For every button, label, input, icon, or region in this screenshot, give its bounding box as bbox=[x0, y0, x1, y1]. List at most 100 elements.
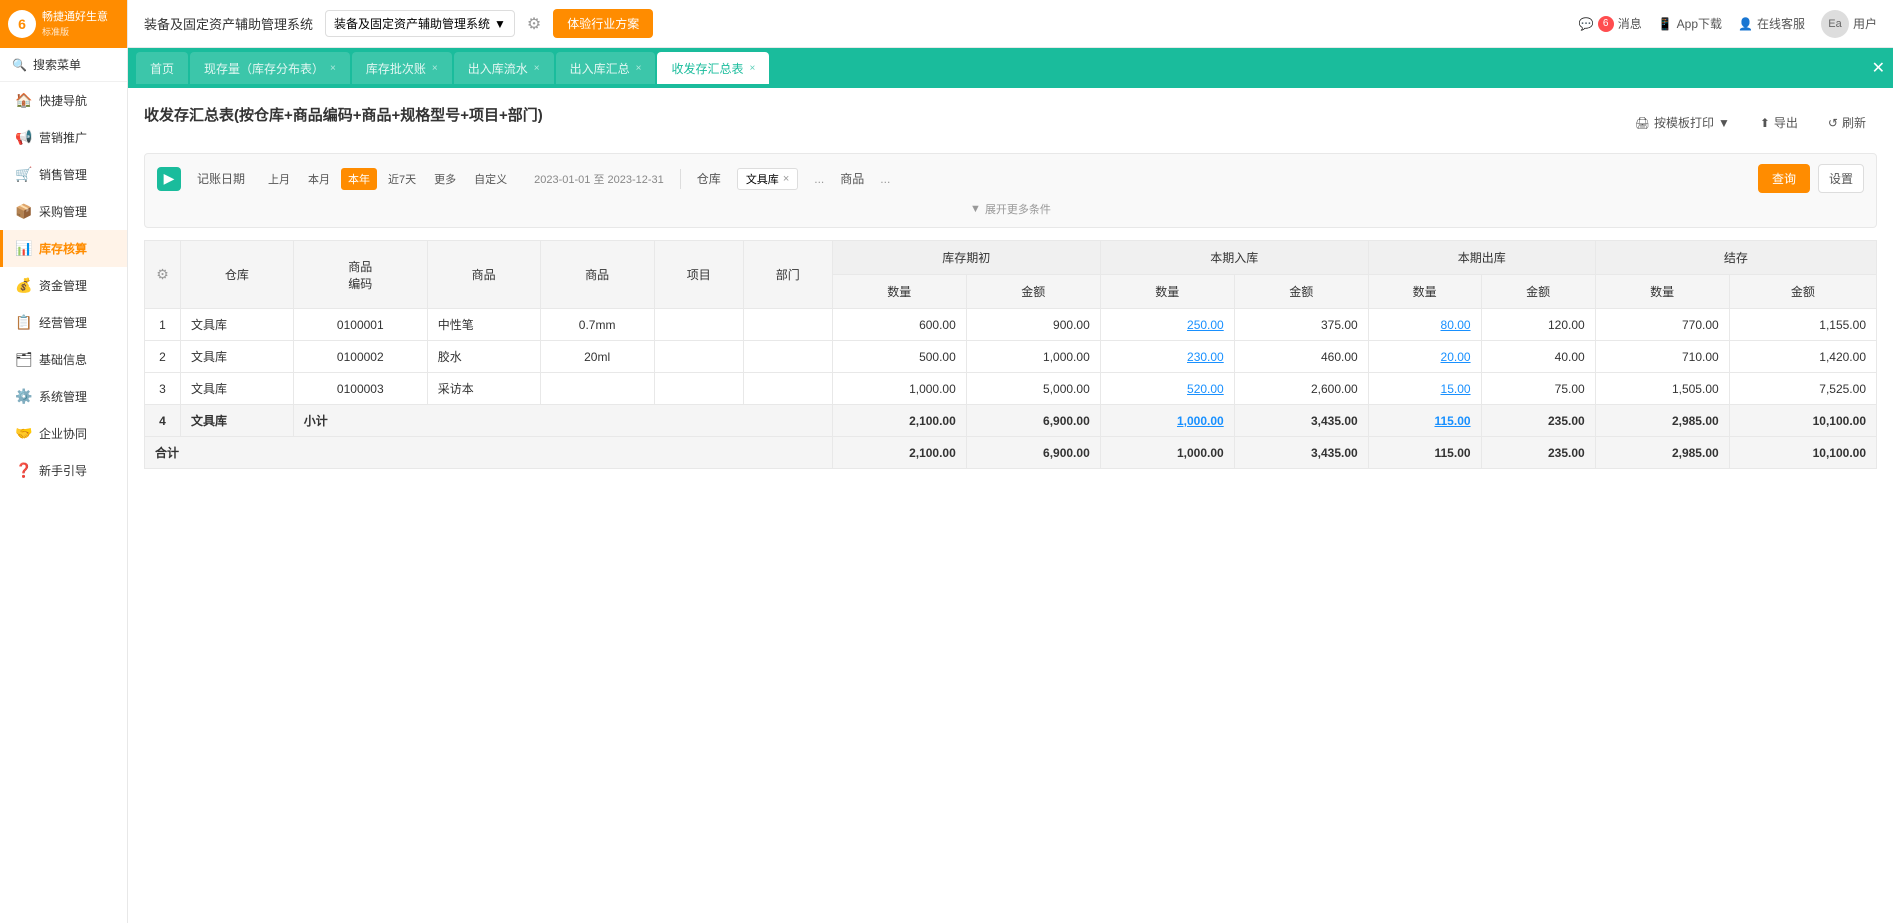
message-badge: 6 bbox=[1598, 16, 1614, 32]
tab-batch-ledger[interactable]: 库存批次账 × bbox=[352, 52, 452, 84]
sidebar-label: 资金管理 bbox=[39, 277, 87, 294]
export-btn[interactable]: ⬆ 导出 bbox=[1749, 109, 1809, 136]
cell-in-qty[interactable]: 520.00 bbox=[1100, 373, 1234, 405]
sidebar-label: 经营管理 bbox=[39, 314, 87, 331]
filter-expand-btn[interactable]: ▶ bbox=[157, 167, 181, 191]
cell-spec: 20ml bbox=[540, 341, 654, 373]
subtotal-bal-amt: 10,100.00 bbox=[1729, 405, 1876, 437]
cell-out-qty[interactable]: 20.00 bbox=[1368, 341, 1481, 373]
cell-in-qty[interactable]: 250.00 bbox=[1100, 309, 1234, 341]
data-table: ⚙ 仓库 商品编码 商品 商品 项目 部门 库存期初 本期入库 本期出库 结存 bbox=[144, 240, 1877, 469]
gear-icon[interactable]: ⚙ bbox=[527, 14, 541, 34]
gear-icon[interactable]: ⚙ bbox=[156, 266, 169, 282]
preset-this-month[interactable]: 本月 bbox=[301, 168, 337, 190]
remove-warehouse-icon[interactable]: × bbox=[783, 173, 789, 185]
sidebar-label: 系统管理 bbox=[39, 388, 87, 405]
trial-btn[interactable]: 体验行业方案 bbox=[553, 9, 653, 38]
cell-open-amt: 5,000.00 bbox=[966, 373, 1100, 405]
user-menu-btn[interactable]: Ea 用户 bbox=[1821, 10, 1877, 38]
close-icon[interactable]: × bbox=[636, 63, 642, 74]
preset-more[interactable]: 更多 bbox=[427, 168, 463, 190]
tab-label: 出入库汇总 bbox=[570, 60, 630, 77]
app-download-label: App下载 bbox=[1677, 15, 1722, 32]
sidebar-item-system[interactable]: ⚙️ 系统管理 bbox=[0, 378, 127, 415]
sidebar-item-operation[interactable]: 📋 经营管理 bbox=[0, 304, 127, 341]
total-in-amt: 3,435.00 bbox=[1234, 437, 1368, 469]
marketing-icon: 📢 bbox=[15, 129, 33, 146]
query-btn[interactable]: 查询 bbox=[1758, 164, 1810, 193]
cell-in-qty[interactable]: 230.00 bbox=[1100, 341, 1234, 373]
cell-out-qty[interactable]: 15.00 bbox=[1368, 373, 1481, 405]
sidebar-subtitle: 标准版 bbox=[42, 25, 108, 38]
sidebar-logo: 6 bbox=[8, 10, 36, 38]
preset-prev-month[interactable]: 上月 bbox=[261, 168, 297, 190]
close-icon[interactable]: × bbox=[534, 63, 540, 74]
warehouse-value: 文具库 bbox=[746, 171, 779, 187]
topbar-app-title: 装备及固定资产辅助管理系统 bbox=[144, 14, 313, 33]
goods-more-btn[interactable]: ... bbox=[880, 172, 890, 186]
cell-open-qty: 600.00 bbox=[832, 309, 966, 341]
sidebar-item-purchase[interactable]: 📦 采购管理 bbox=[0, 193, 127, 230]
sidebar-item-marketing[interactable]: 📢 营销推广 bbox=[0, 119, 127, 156]
col-goods-code: 商品编码 bbox=[293, 241, 427, 309]
cell-out-qty[interactable]: 80.00 bbox=[1368, 309, 1481, 341]
sidebar-item-inventory[interactable]: 📊 库存核算 bbox=[0, 230, 127, 267]
col-warehouse: 仓库 bbox=[181, 241, 294, 309]
close-icon[interactable]: × bbox=[749, 63, 755, 74]
refresh-btn[interactable]: ↺ 刷新 bbox=[1817, 109, 1877, 136]
col-bal-amt: 金额 bbox=[1729, 275, 1876, 309]
tab-inout-flow[interactable]: 出入库流水 × bbox=[454, 52, 554, 84]
close-icon[interactable]: × bbox=[330, 63, 336, 74]
download-icon: 📱 bbox=[1658, 17, 1673, 31]
col-project: 项目 bbox=[654, 241, 743, 309]
sidebar-item-sales[interactable]: 🛒 销售管理 bbox=[0, 156, 127, 193]
sidebar-item-finance[interactable]: 💰 资金管理 bbox=[0, 267, 127, 304]
sidebar-item-guide[interactable]: ❓ 新手引导 bbox=[0, 452, 127, 489]
cell-open-qty: 500.00 bbox=[832, 341, 966, 373]
subtotal-bal-qty: 2,985.00 bbox=[1595, 405, 1729, 437]
table-row: 3 文具库 0100003 采访本 1,000.00 5,000.00 520.… bbox=[145, 373, 1877, 405]
sidebar-item-quick-nav[interactable]: 🏠 快捷导航 bbox=[0, 82, 127, 119]
close-icon[interactable]: × bbox=[432, 63, 438, 74]
app-download-btn[interactable]: 📱 App下载 bbox=[1658, 15, 1722, 32]
print-label: 按模板打印 bbox=[1654, 114, 1714, 131]
preset-this-year[interactable]: 本年 bbox=[341, 168, 377, 190]
message-btn[interactable]: 💬 6 消息 bbox=[1579, 15, 1642, 32]
tab-recv-send-summary[interactable]: 收发存汇总表 × bbox=[657, 52, 769, 84]
subtotal-in-qty[interactable]: 1,000.00 bbox=[1100, 405, 1234, 437]
home-icon: 🏠 bbox=[15, 92, 33, 109]
table-row: 1 文具库 0100001 中性笔 0.7mm 600.00 900.00 25… bbox=[145, 309, 1877, 341]
tab-home[interactable]: 首页 bbox=[136, 52, 188, 84]
tab-label: 现存量（库存分布表） bbox=[204, 60, 324, 77]
sidebar-search[interactable]: 🔍 搜索菜单 bbox=[0, 48, 127, 82]
sidebar-item-basic-info[interactable]: 🗂 基础信息 bbox=[0, 341, 127, 378]
refresh-label: 刷新 bbox=[1842, 114, 1866, 131]
cell-in-amt: 2,600.00 bbox=[1234, 373, 1368, 405]
tab-inout-summary[interactable]: 出入库汇总 × bbox=[556, 52, 656, 84]
col-bal-qty: 数量 bbox=[1595, 275, 1729, 309]
print-template-btn[interactable]: 🖨 按模板打印 ▼ bbox=[1624, 109, 1741, 136]
app-selector[interactable]: 装备及固定资产辅助管理系统 ▼ bbox=[325, 10, 515, 37]
cell-bal-amt: 1,155.00 bbox=[1729, 309, 1876, 341]
sidebar-item-cooperation[interactable]: 🤝 企业协同 bbox=[0, 415, 127, 452]
tab-inventory-dist[interactable]: 现存量（库存分布表） × bbox=[190, 52, 350, 84]
cell-in-amt: 375.00 bbox=[1234, 309, 1368, 341]
preset-custom[interactable]: 自定义 bbox=[467, 168, 514, 190]
filter-bar: ▶ 记账日期 上月 本月 本年 近7天 更多 自定义 2023-01-01 至 … bbox=[144, 153, 1877, 228]
warehouse-tag[interactable]: 文具库 × bbox=[737, 168, 798, 190]
online-service-btn[interactable]: 👤 在线客服 bbox=[1738, 15, 1805, 32]
online-service-label: 在线客服 bbox=[1757, 15, 1805, 32]
cell-project bbox=[654, 373, 743, 405]
expand-more-row[interactable]: ▼ 展开更多条件 bbox=[157, 193, 1864, 217]
chevron-down-icon: ▼ bbox=[494, 17, 506, 31]
warehouse-more-btn[interactable]: ... bbox=[814, 172, 824, 186]
preset-7days[interactable]: 近7天 bbox=[381, 168, 423, 190]
col-in-qty: 数量 bbox=[1100, 275, 1234, 309]
sidebar-nav: 🏠 快捷导航 📢 营销推广 🛒 销售管理 📦 采购管理 📊 库存核算 💰 资金管… bbox=[0, 82, 127, 923]
col-goods-name: 商品 bbox=[427, 241, 540, 309]
tabbar-close-btn[interactable]: ✕ bbox=[1872, 58, 1885, 78]
cell-spec: 0.7mm bbox=[540, 309, 654, 341]
subtotal-out-qty[interactable]: 115.00 bbox=[1368, 405, 1481, 437]
cell-bal-qty: 710.00 bbox=[1595, 341, 1729, 373]
settings-btn[interactable]: 设置 bbox=[1818, 164, 1864, 193]
